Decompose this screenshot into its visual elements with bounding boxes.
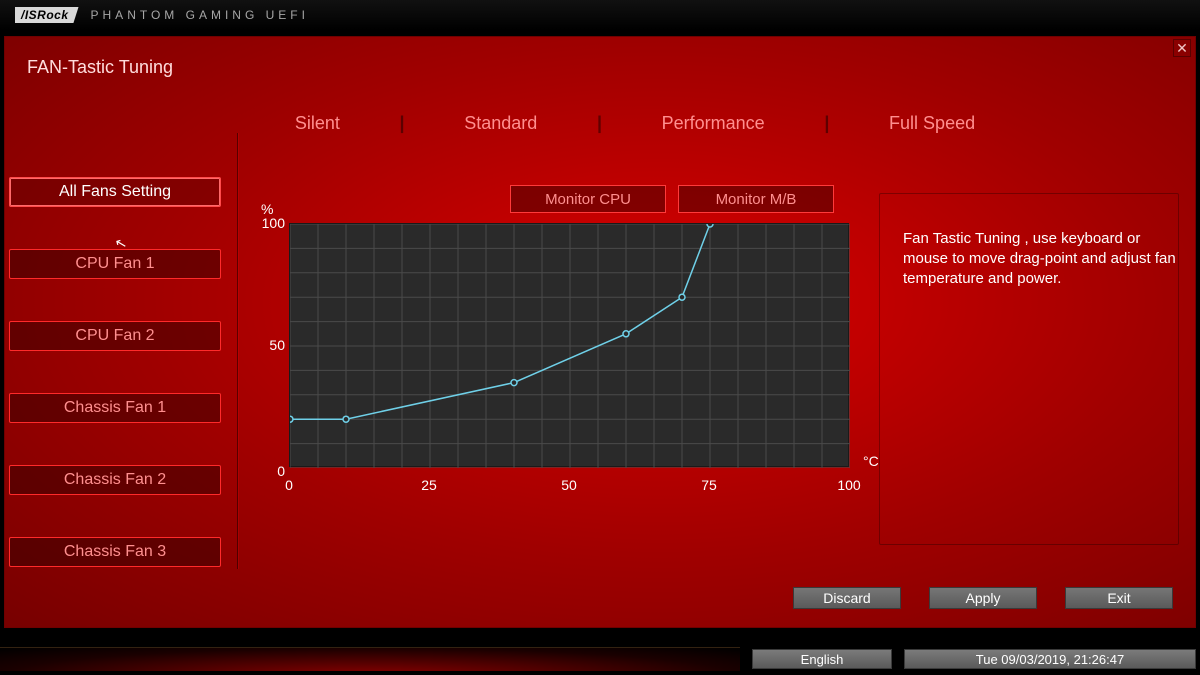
chart-plot-area[interactable] — [289, 223, 849, 467]
header-bar: /ISRock PHANTOM GAMING UEFI — [0, 0, 1200, 30]
sidebar-item-chassis-fan-1[interactable]: Chassis Fan 1 — [9, 393, 221, 423]
sidebar-item-label: Chassis Fan 3 — [64, 543, 166, 561]
help-text: Fan Tastic Tuning , use keyboard or mous… — [903, 229, 1183, 289]
tab-standard[interactable]: Standard — [464, 113, 537, 134]
x-axis-unit: °C — [863, 453, 879, 469]
tab-silent[interactable]: Silent — [295, 113, 340, 134]
sidebar-item-label: CPU Fan 2 — [75, 327, 154, 345]
chart-svg[interactable] — [290, 224, 850, 468]
fan-curve-chart[interactable]: % 100 50 0 0 25 50 75 100 °C — [267, 205, 887, 509]
tab-separator: | — [824, 113, 829, 134]
apply-button[interactable]: Apply — [929, 587, 1037, 609]
x-tick-50: 50 — [561, 477, 577, 493]
page-title: FAN-Tastic Tuning — [27, 57, 173, 78]
close-icon[interactable]: ✕ — [1173, 39, 1191, 57]
y-tick-0: 0 — [277, 463, 285, 479]
datetime-display: Tue 09/03/2019, 21:26:47 — [904, 649, 1196, 669]
status-left-decoration — [0, 647, 740, 671]
action-row: Discard Apply Exit — [793, 587, 1173, 609]
language-selector[interactable]: English — [752, 649, 892, 669]
sidebar-item-all-fans[interactable]: All Fans Setting — [9, 177, 221, 207]
sidebar-item-cpu-fan-1[interactable]: CPU Fan 1 — [9, 249, 221, 279]
sidebar-item-label: Chassis Fan 2 — [64, 471, 166, 489]
x-tick-100: 100 — [837, 477, 860, 493]
profile-tabs: Silent | Standard | Performance | Full S… — [265, 113, 1005, 134]
status-bar: English Tue 09/03/2019, 21:26:47 — [0, 647, 1200, 671]
sidebar-item-label: Chassis Fan 1 — [64, 399, 166, 417]
tab-separator: | — [400, 113, 405, 134]
y-tick-100: 100 — [262, 215, 285, 231]
y-tick-50: 50 — [269, 337, 285, 353]
sidebar-item-chassis-fan-2[interactable]: Chassis Fan 2 — [9, 465, 221, 495]
x-tick-75: 75 — [701, 477, 717, 493]
sidebar-item-cpu-fan-2[interactable]: CPU Fan 2 — [9, 321, 221, 351]
discard-button[interactable]: Discard — [793, 587, 901, 609]
sidebar-item-chassis-fan-3[interactable]: Chassis Fan 3 — [9, 537, 221, 567]
brand-badge: /ISRock — [15, 7, 79, 23]
sidebar: All Fans Setting CPU Fan 1 CPU Fan 2 Cha… — [9, 177, 221, 609]
exit-button[interactable]: Exit — [1065, 587, 1173, 609]
tab-performance[interactable]: Performance — [662, 113, 765, 134]
sidebar-item-label: CPU Fan 1 — [75, 255, 154, 273]
x-tick-0: 0 — [285, 477, 293, 493]
header-title: PHANTOM GAMING UEFI — [91, 8, 309, 22]
tab-full-speed[interactable]: Full Speed — [889, 113, 975, 134]
tab-separator: | — [597, 113, 602, 134]
main-panel: ✕ FAN-Tastic Tuning All Fans Setting CPU… — [4, 36, 1196, 628]
sidebar-item-label: All Fans Setting — [59, 183, 171, 201]
x-tick-25: 25 — [421, 477, 437, 493]
vertical-separator — [237, 133, 239, 569]
